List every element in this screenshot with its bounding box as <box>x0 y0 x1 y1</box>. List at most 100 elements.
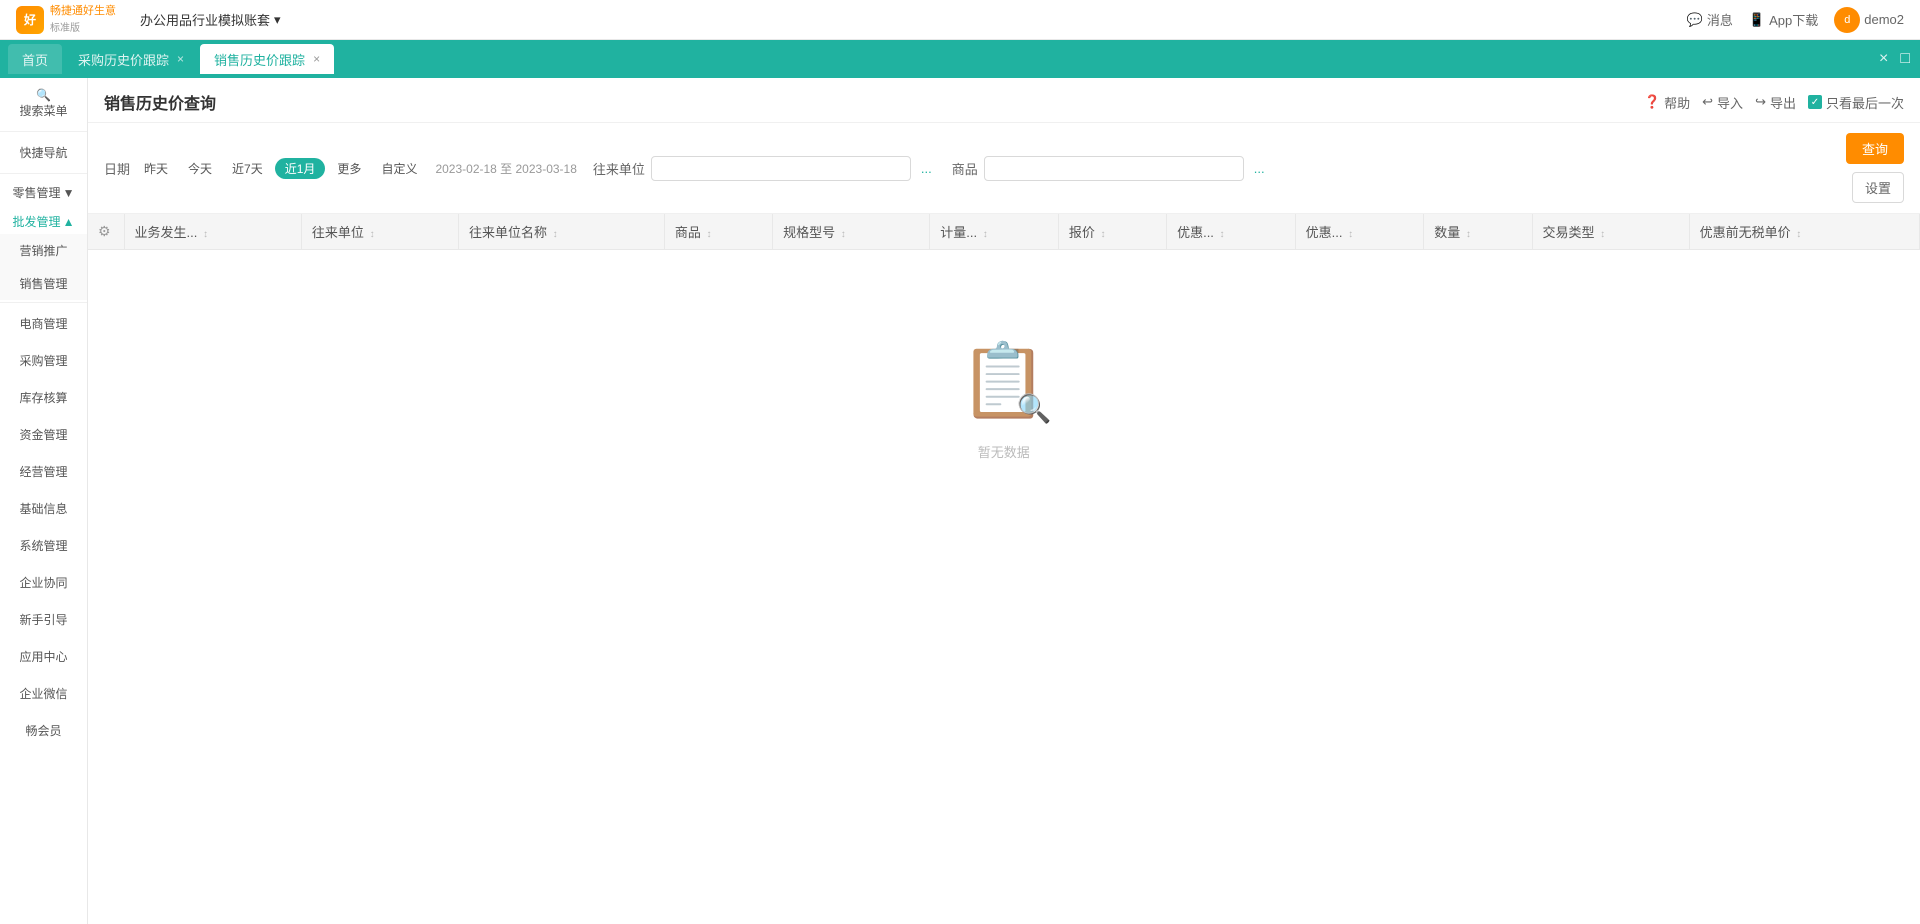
tab-home[interactable]: 首页 <box>8 44 62 74</box>
sidebar-item-ecommerce[interactable]: 电商管理 <box>0 305 87 342</box>
export-btn[interactable]: ↪ 导出 <box>1755 93 1796 112</box>
col-qty[interactable]: 数量 ↕ <box>1424 214 1532 250</box>
main-layout: 🔍 搜索菜单 快捷导航 零售管理 ▼ 批发管理 ▲ 营销推广 销售管理 电商管理 <box>0 78 1920 924</box>
empty-state: 📋 🔍 暂无数据 <box>88 250 1920 541</box>
tab-bar-actions: × □ <box>1877 48 1912 70</box>
partner-dots[interactable]: ... <box>917 161 936 176</box>
col-trade-type[interactable]: 交易类型 ↕ <box>1532 214 1689 250</box>
sort-icon-discount1: ↕ <box>1220 229 1225 240</box>
col-partner-name[interactable]: 往来单位名称 ↕ <box>459 214 665 250</box>
user-menu[interactable]: d demo2 <box>1834 7 1904 33</box>
date-shortcuts: 昨天 今天 近7天 近1月 更多 自定义 <box>136 158 425 179</box>
sidebar-item-shortcut[interactable]: 快捷导航 <box>0 134 87 171</box>
sort-icon-qty: ↕ <box>1466 229 1471 240</box>
partner-input[interactable] <box>651 156 911 181</box>
sidebar-item-sales-mgmt[interactable]: 销售管理 <box>0 267 87 300</box>
sidebar-item-system[interactable]: 系统管理 <box>0 527 87 564</box>
date-btn-today[interactable]: 今天 <box>180 158 220 179</box>
logo-text-block: 畅捷通好生意 标准版 <box>50 5 116 33</box>
col-discount2[interactable]: 优惠... ↕ <box>1295 214 1424 250</box>
sidebar-item-inventory[interactable]: 库存核算 <box>0 379 87 416</box>
logo-area: 好 畅捷通好生意 标准版 <box>16 5 116 33</box>
col-settings[interactable]: ⚙ <box>88 214 124 250</box>
empty-icon: 📋 🔍 <box>954 330 1054 430</box>
sort-icon-quote: ↕ <box>1100 229 1105 240</box>
sort-icon-unit: ↕ <box>983 229 988 240</box>
sidebar-item-corp[interactable]: 企业协同 <box>0 564 87 601</box>
sort-icon-partner-name: ↕ <box>553 229 558 240</box>
table-container: ⚙ 业务发生... ↕ 往来单位 ↕ 往来单位名称 ↕ <box>88 214 1920 924</box>
date-label: 日期 <box>104 159 130 178</box>
sort-icon-trade-type: ↕ <box>1600 229 1605 240</box>
export-icon: ↪ <box>1755 94 1766 110</box>
sidebar-item-operation[interactable]: 经营管理 <box>0 453 87 490</box>
sort-icon-product: ↕ <box>707 229 712 240</box>
tab-purchase-history[interactable]: 采购历史价跟踪 × <box>64 44 198 74</box>
logo-subtext: 标准版 <box>50 19 116 34</box>
sidebar-item-guide[interactable]: 新手引导 <box>0 601 87 638</box>
page-actions: ❓ 帮助 ↩ 导入 ↪ 导出 ✓ 只看最后一次 <box>1644 93 1904 112</box>
chevron-down-icon: ▼ <box>63 186 75 200</box>
sidebar-item-finance[interactable]: 资金管理 <box>0 416 87 453</box>
partner-label: 往来单位 <box>593 159 645 178</box>
chevron-up-icon: ▲ <box>63 215 75 229</box>
sidebar-item-member[interactable]: 畅会员 <box>0 712 87 749</box>
sidebar-item-marketing[interactable]: 营销推广 <box>0 234 87 267</box>
search-icon: 🔍 <box>4 88 83 102</box>
import-btn[interactable]: ↩ 导入 <box>1702 93 1743 112</box>
sidebar-item-appstore[interactable]: 应用中心 <box>0 638 87 675</box>
date-btn-yesterday[interactable]: 昨天 <box>136 158 176 179</box>
product-label: 商品 <box>952 159 978 178</box>
sidebar: 🔍 搜索菜单 快捷导航 零售管理 ▼ 批发管理 ▲ 营销推广 销售管理 电商管理 <box>0 78 88 924</box>
sidebar-item-search[interactable]: 🔍 搜索菜单 <box>0 78 87 129</box>
date-btn-1month[interactable]: 近1月 <box>275 158 326 179</box>
maximize-window-icon[interactable]: □ <box>1898 48 1912 70</box>
app-selector[interactable]: 办公用品行业模拟账套 ▾ <box>140 10 281 29</box>
tab-sales-history-close[interactable]: × <box>313 52 320 66</box>
tab-purchase-history-close[interactable]: × <box>177 52 184 66</box>
date-btn-more[interactable]: 更多 <box>329 158 369 179</box>
sidebar-item-wechat[interactable]: 企业微信 <box>0 675 87 712</box>
tab-sales-history[interactable]: 销售历史价跟踪 × <box>200 44 334 74</box>
query-button[interactable]: 查询 <box>1846 133 1904 164</box>
sidebar-divider-3 <box>0 302 87 303</box>
message-btn[interactable]: 💬 消息 <box>1687 10 1733 29</box>
col-pretax-price[interactable]: 优惠前无税单价 ↕ <box>1689 214 1919 250</box>
close-window-icon[interactable]: × <box>1877 48 1890 70</box>
sidebar-item-retail[interactable]: 零售管理 ▼ <box>0 176 87 205</box>
col-quote[interactable]: 报价 ↕ <box>1058 214 1166 250</box>
settings-button[interactable]: 设置 <box>1852 172 1904 203</box>
col-biz-date[interactable]: 业务发生... ↕ <box>124 214 301 250</box>
logo-icon: 好 <box>16 6 44 34</box>
only-last-checkbox[interactable]: ✓ 只看最后一次 <box>1808 93 1904 112</box>
sort-icon-discount2: ↕ <box>1348 229 1353 240</box>
col-product[interactable]: 商品 ↕ <box>664 214 772 250</box>
sidebar-item-purchase[interactable]: 采购管理 <box>0 342 87 379</box>
tab-home-label: 首页 <box>22 50 48 69</box>
product-input[interactable] <box>984 156 1244 181</box>
date-filter-group: 日期 昨天 今天 近7天 近1月 更多 自定义 2023-02-18 至 202… <box>104 158 577 179</box>
message-icon: 💬 <box>1687 12 1703 28</box>
help-btn[interactable]: ❓ 帮助 <box>1644 93 1690 112</box>
col-unit[interactable]: 计量... ↕ <box>930 214 1059 250</box>
avatar: d <box>1834 7 1860 33</box>
sidebar-divider-1 <box>0 131 87 132</box>
sidebar-item-basic[interactable]: 基础信息 <box>0 490 87 527</box>
download-btn[interactable]: 📱 App下载 <box>1749 10 1818 29</box>
app-selector-label: 办公用品行业模拟账套 <box>140 10 270 29</box>
top-bar: 好 畅捷通好生意 标准版 办公用品行业模拟账套 ▾ 💬 消息 📱 App下载 d… <box>0 0 1920 40</box>
date-btn-custom[interactable]: 自定义 <box>373 158 425 179</box>
sidebar-item-wholesale[interactable]: 批发管理 ▲ <box>0 205 87 234</box>
product-dots[interactable]: ... <box>1250 161 1269 176</box>
col-spec[interactable]: 规格型号 ↕ <box>773 214 930 250</box>
sort-icon-partner-code: ↕ <box>370 229 375 240</box>
import-icon: ↩ <box>1702 94 1713 110</box>
filter-actions: 查询 设置 <box>1846 133 1904 203</box>
date-btn-7days[interactable]: 近7天 <box>224 158 271 179</box>
content-area: 销售历史价查询 ❓ 帮助 ↩ 导入 ↪ 导出 ✓ 只 <box>88 78 1920 924</box>
checkbox-checked-icon: ✓ <box>1808 95 1822 109</box>
chevron-down-icon: ▾ <box>274 12 281 28</box>
col-partner-code[interactable]: 往来单位 ↕ <box>301 214 458 250</box>
col-discount1[interactable]: 优惠... ↕ <box>1167 214 1296 250</box>
partner-filter-group: 往来单位 ... <box>593 156 936 181</box>
